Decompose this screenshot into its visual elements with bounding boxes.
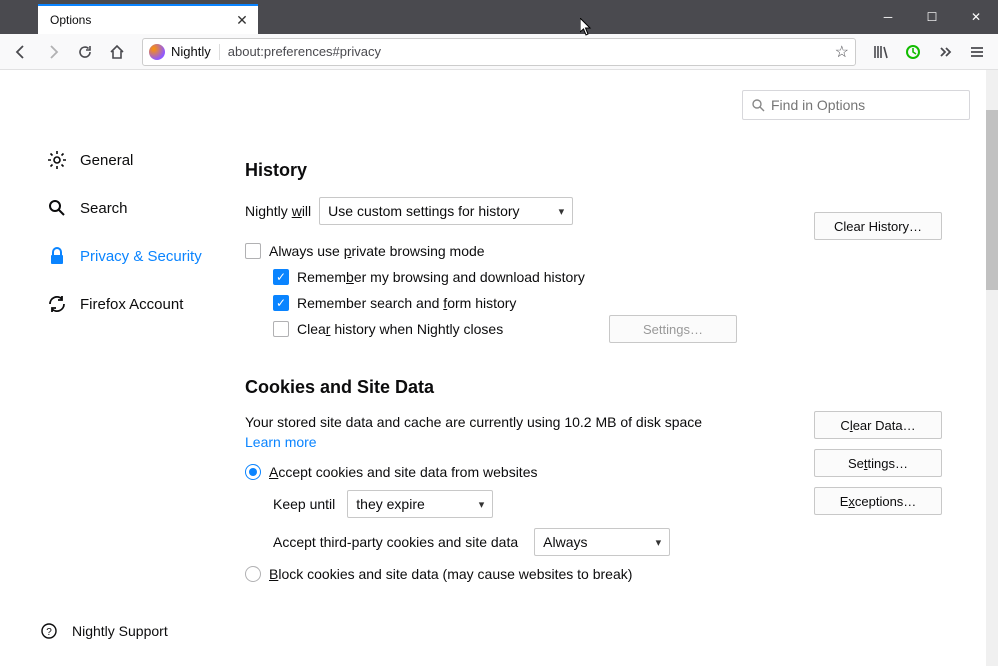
keep-until-select[interactable]: they expire [347,490,493,518]
reload-button[interactable] [70,37,100,67]
sidebar-item-search[interactable]: Search [38,188,245,228]
svg-text:?: ? [46,627,52,638]
remember-browsing-label: Remember my browsing and download histor… [297,269,585,285]
clear-history-button[interactable]: Clear History… [814,212,942,240]
history-settings-button: Settings… [609,315,737,343]
lock-icon [46,245,68,267]
search-icon [751,98,765,112]
block-cookies-label: Block cookies and site data (may cause w… [269,566,632,582]
sidebar: General Search Privacy & Security Firefo… [0,70,245,666]
remember-search-label: Remember search and form history [297,295,516,311]
keep-until-label: Keep until [273,496,335,512]
site-identity[interactable]: Nightly [149,44,220,60]
menu-button[interactable] [962,37,992,67]
tab-title: Options [50,13,234,27]
forward-button[interactable] [38,37,68,67]
gear-icon [46,149,68,171]
remember-browsing-checkbox[interactable]: ✓ [273,269,289,285]
title-bar: Options ✕ ─ ☐ ✕ [0,0,998,34]
sidebar-item-general[interactable]: General [38,140,245,180]
maximize-button[interactable]: ☐ [910,0,954,34]
cookies-settings-button[interactable]: Settings… [814,449,942,477]
accept-cookies-label: Accept cookies and site data from websit… [269,464,537,480]
sidebar-item-privacy[interactable]: Privacy & Security [38,236,245,276]
nightly-logo-icon [149,44,165,60]
content-area: General Search Privacy & Security Firefo… [0,70,998,666]
sidebar-footer-label: Nightly Support [72,623,168,639]
minimize-button[interactable]: ─ [866,0,910,34]
remember-search-checkbox[interactable]: ✓ [273,295,289,311]
exceptions-button[interactable]: Exceptions… [814,487,942,515]
accept-cookies-radio[interactable] [245,464,261,480]
window-controls: ─ ☐ ✕ [866,0,998,34]
clear-on-close-label: Clear history when Nightly closes [297,321,503,337]
history-mode-select[interactable]: Use custom settings for history [319,197,573,225]
private-browsing-checkbox[interactable] [245,243,261,259]
close-tab-icon[interactable]: ✕ [234,12,250,28]
block-cookies-radio[interactable] [245,566,261,582]
sidebar-item-label: General [80,152,133,169]
close-window-button[interactable]: ✕ [954,0,998,34]
main-panel: History Nightly will Use custom settings… [245,70,998,666]
history-heading: History [245,160,970,181]
search-input[interactable] [771,97,961,113]
sidebar-footer[interactable]: ? Nightly Support [38,620,168,642]
home-button[interactable] [102,37,132,67]
bookmark-star-icon[interactable]: ☆ [835,42,849,62]
cookies-heading: Cookies and Site Data [245,377,970,398]
history-will-label: Nightly will [245,203,311,219]
third-party-select[interactable]: Always [534,528,670,556]
sidebar-item-label: Privacy & Security [80,248,202,265]
help-icon: ? [38,620,60,642]
sidebar-item-account[interactable]: Firefox Account [38,284,245,324]
browser-tab[interactable]: Options ✕ [38,4,258,34]
clear-data-button[interactable]: Clear Data… [814,411,942,439]
clear-on-close-checkbox[interactable] [273,321,289,337]
third-party-label: Accept third-party cookies and site data [273,534,518,550]
cookies-section: Cookies and Site Data Your stored site d… [245,377,970,582]
history-section: History Nightly will Use custom settings… [245,160,970,337]
navigation-toolbar: Nightly about:preferences#privacy ☆ [0,34,998,70]
search-icon [46,197,68,219]
library-button[interactable] [866,37,896,67]
back-button[interactable] [6,37,36,67]
overflow-button[interactable] [930,37,960,67]
address-bar[interactable]: Nightly about:preferences#privacy ☆ [142,38,856,66]
find-in-options[interactable] [742,90,970,120]
sidebar-item-label: Firefox Account [80,296,183,313]
sync-icon [46,293,68,315]
scrollbar-thumb[interactable] [986,110,998,290]
sidebar-item-label: Search [80,200,128,217]
extension-button[interactable] [898,37,928,67]
private-browsing-label: Always use private browsing mode [269,243,485,259]
identity-label: Nightly [171,44,211,59]
vertical-scrollbar[interactable] [986,70,998,666]
url-text: about:preferences#privacy [228,44,835,59]
